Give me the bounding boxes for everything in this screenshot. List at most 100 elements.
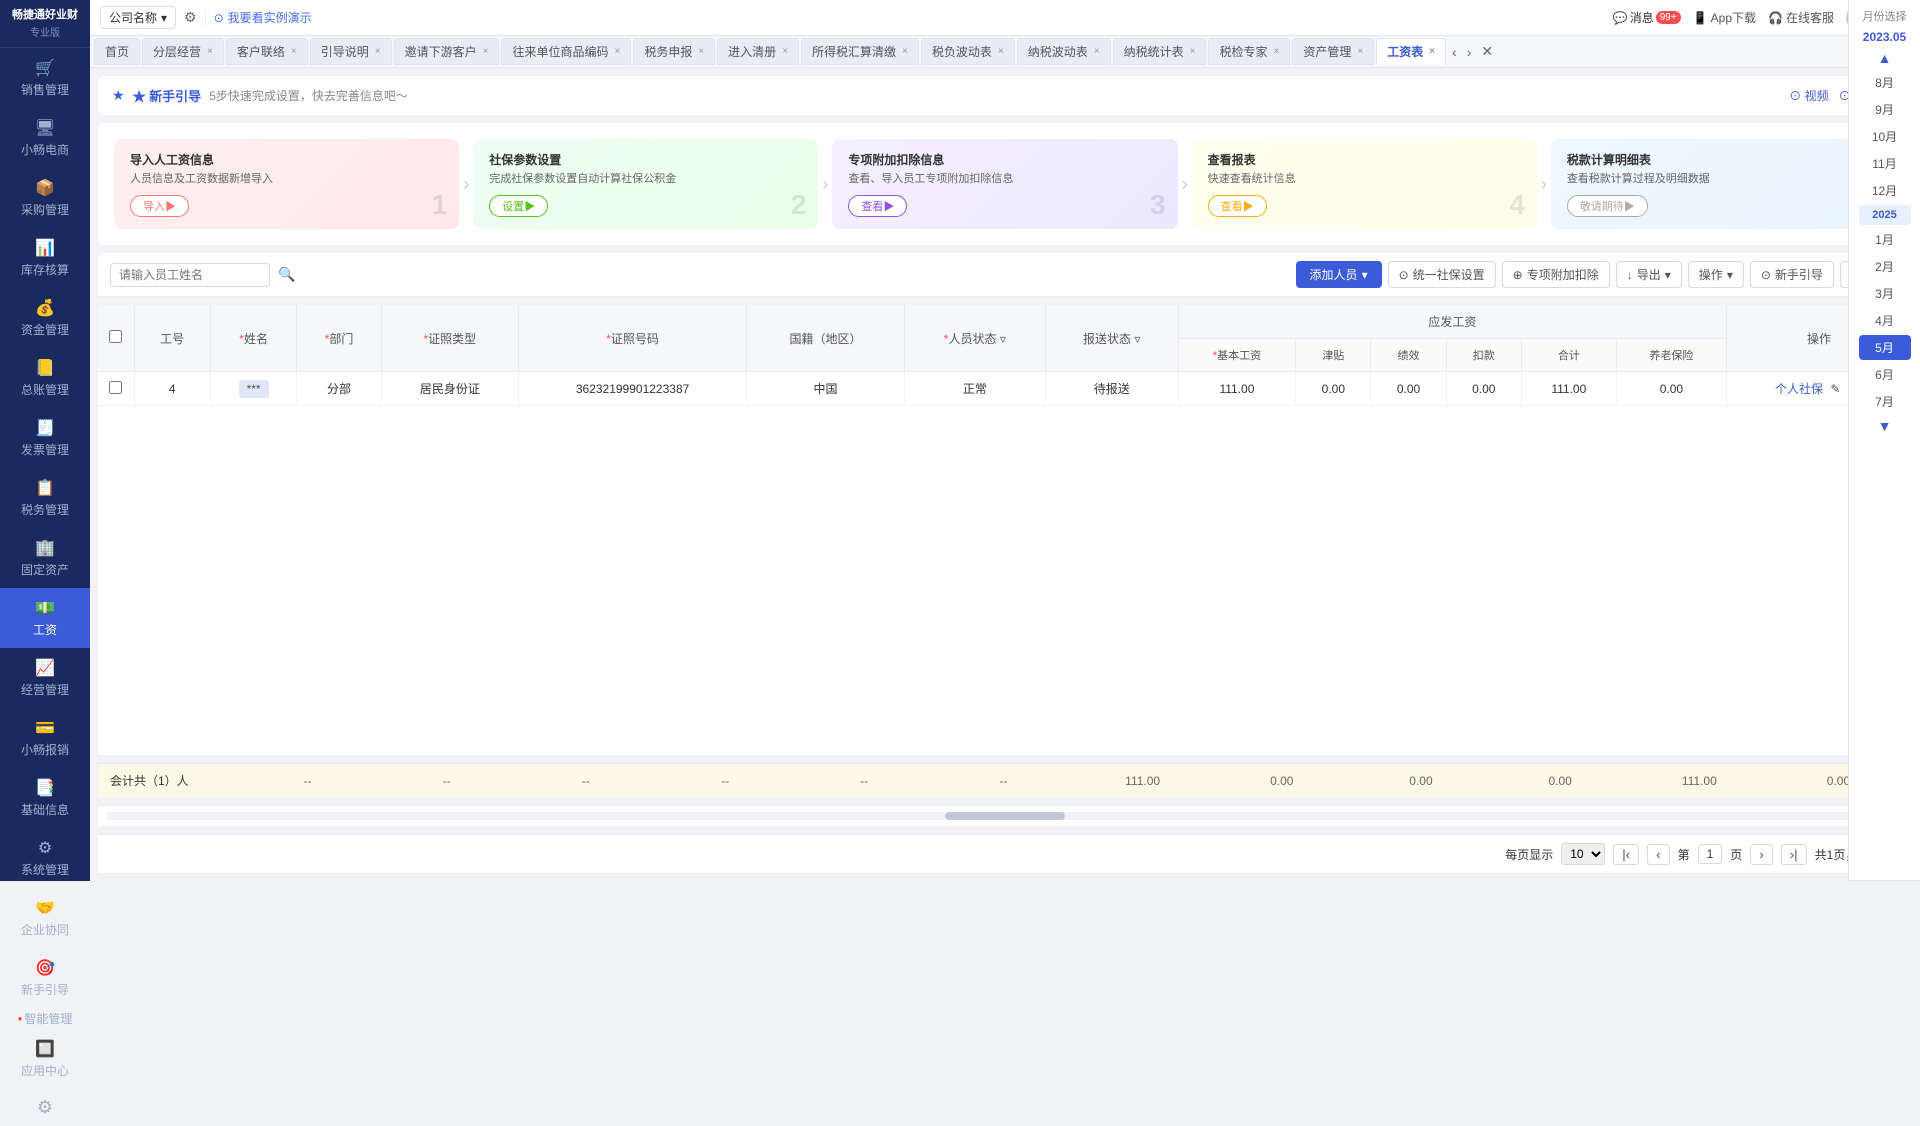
sidebar-item-assets[interactable]: 🏢 固定资产 bbox=[0, 528, 90, 588]
sidebar-item-newbie[interactable]: 🎯 新手引导 bbox=[0, 948, 90, 1008]
export-button[interactable]: ↓ 导出 ▾ bbox=[1616, 261, 1682, 288]
demo-link[interactable]: ⊙ 我要看实例演示 bbox=[214, 9, 312, 26]
sidebar-item-ledger[interactable]: 📒 总账管理 bbox=[0, 348, 90, 408]
tab-product-code[interactable]: 往来单位商品编码 × bbox=[501, 38, 631, 65]
tab-tax-report[interactable]: 税务申报 × bbox=[633, 38, 715, 65]
tab-asset[interactable]: 资产管理 × bbox=[1292, 38, 1374, 65]
search-icon[interactable]: 🔍 bbox=[278, 266, 295, 283]
month-2[interactable]: 2月 bbox=[1859, 254, 1911, 279]
month-12[interactable]: 12月 bbox=[1859, 178, 1911, 203]
scrollbar-thumb[interactable] bbox=[945, 812, 1065, 820]
month-down-button[interactable]: ▼ bbox=[1853, 416, 1916, 436]
special-deduction-button[interactable]: ⊕ 专项附加扣除 bbox=[1502, 261, 1610, 288]
close-icon[interactable]: × bbox=[614, 46, 620, 57]
horizontal-scrollbar[interactable] bbox=[106, 812, 1904, 820]
close-icon[interactable]: × bbox=[291, 46, 297, 57]
step-3-button[interactable]: 查看▶ bbox=[848, 195, 907, 217]
close-icon[interactable]: × bbox=[483, 46, 489, 57]
settings-icon[interactable]: ⚙ bbox=[184, 9, 197, 26]
close-icon[interactable]: × bbox=[998, 46, 1004, 57]
tab-layered[interactable]: 分层经营 × bbox=[142, 38, 224, 65]
close-icon[interactable]: × bbox=[1094, 46, 1100, 57]
tab-tax-dynamic[interactable]: 纳税波动表 × bbox=[1017, 38, 1111, 65]
sidebar-item-system[interactable]: ⚙ 系统管理 bbox=[0, 828, 90, 888]
sidebar-item-purchase[interactable]: 📦 采购管理 bbox=[0, 168, 90, 228]
search-input[interactable] bbox=[110, 263, 270, 287]
sidebar-item-appcenter[interactable]: 🔲 应用中心 bbox=[0, 1029, 90, 1089]
month-11[interactable]: 11月 bbox=[1859, 151, 1911, 176]
message-button[interactable]: 💬 消息 99+ bbox=[1613, 9, 1681, 26]
month-4[interactable]: 4月 bbox=[1859, 308, 1911, 333]
cell-report-status: 待报送 bbox=[1045, 372, 1178, 406]
appcenter-icon: 🔲 bbox=[35, 1039, 55, 1059]
sidebar-item-basics[interactable]: 📑 基础信息 bbox=[0, 768, 90, 828]
month-8[interactable]: 8月 bbox=[1859, 70, 1911, 95]
step-5-button[interactable]: 敬请期待▶ bbox=[1567, 195, 1648, 217]
sidebar-item-ai[interactable]: ● 智能管理 bbox=[0, 1008, 90, 1029]
sidebar-item-finance[interactable]: 💰 资金管理 bbox=[0, 288, 90, 348]
online-service-button[interactable]: 🎧 在线客服 bbox=[1768, 9, 1834, 26]
close-icon[interactable]: × bbox=[1273, 46, 1279, 57]
filter-icon[interactable]: ▿ bbox=[1134, 332, 1140, 346]
close-icon[interactable]: × bbox=[1357, 46, 1363, 57]
action-button[interactable]: 操作 ▾ bbox=[1688, 261, 1744, 288]
guide-button[interactable]: ⊙ 新手引导 bbox=[1750, 261, 1834, 288]
action-social-link[interactable]: 个人社保 bbox=[1775, 382, 1823, 396]
tab-guide[interactable]: 引导说明 × bbox=[310, 38, 392, 65]
page-size-select[interactable]: 10 bbox=[1561, 843, 1605, 865]
close-icon[interactable]: × bbox=[782, 46, 788, 57]
social-settings-button[interactable]: ⊙ 统一社保设置 bbox=[1388, 261, 1496, 288]
sidebar-item-sales[interactable]: 🛒 销售管理 bbox=[0, 48, 90, 108]
close-icon[interactable]: × bbox=[902, 46, 908, 57]
sidebar-item-inventory[interactable]: 📊 库存核算 bbox=[0, 228, 90, 288]
month-9[interactable]: 9月 bbox=[1859, 97, 1911, 122]
step-4-button[interactable]: 查看▶ bbox=[1208, 195, 1267, 217]
tab-close-all-button[interactable]: ✕ bbox=[1477, 43, 1497, 60]
select-all-checkbox[interactable] bbox=[109, 330, 122, 343]
settings-gear-button[interactable]: ⚙ bbox=[0, 1089, 90, 1126]
tab-tax-stat[interactable]: 纳税统计表 × bbox=[1113, 38, 1207, 65]
last-page-button[interactable]: ›| bbox=[1781, 844, 1807, 865]
tab-contact[interactable]: 客户联络 × bbox=[226, 38, 308, 65]
tab-payroll[interactable]: 工资表 × bbox=[1376, 38, 1446, 65]
prev-page-button[interactable]: ‹ bbox=[1647, 844, 1669, 865]
app-download-button[interactable]: 📱 App下载 bbox=[1693, 9, 1756, 26]
sidebar-item-ecommerce[interactable]: 🖥 小畅电商 bbox=[0, 108, 90, 168]
cell-allowance: 0.00 bbox=[1296, 372, 1371, 406]
close-icon[interactable]: × bbox=[698, 46, 704, 57]
step-2-button[interactable]: 设置▶ bbox=[489, 195, 548, 217]
tab-tax-burden[interactable]: 税负波动表 × bbox=[921, 38, 1015, 65]
video-link[interactable]: ⊙ 视频 bbox=[1789, 87, 1828, 104]
close-icon[interactable]: × bbox=[207, 46, 213, 57]
tab-clearance[interactable]: 进入清册 × bbox=[717, 38, 799, 65]
month-6[interactable]: 6月 bbox=[1859, 362, 1911, 387]
month-1[interactable]: 1月 bbox=[1859, 227, 1911, 252]
step-1-button[interactable]: 导入▶ bbox=[130, 195, 189, 217]
tab-next-button[interactable]: › bbox=[1463, 44, 1476, 60]
filter-icon[interactable]: ▿ bbox=[1000, 332, 1006, 346]
sidebar-item-collab[interactable]: 🤝 企业协同 bbox=[0, 888, 90, 948]
tab-invite[interactable]: 邀请下游客户 × bbox=[394, 38, 500, 65]
next-page-button[interactable]: › bbox=[1750, 844, 1772, 865]
close-icon[interactable]: × bbox=[375, 46, 381, 57]
tab-prev-button[interactable]: ‹ bbox=[1448, 44, 1461, 60]
company-selector[interactable]: 公司名称 ▾ bbox=[100, 6, 176, 29]
close-icon[interactable]: × bbox=[1429, 46, 1435, 57]
month-10[interactable]: 10月 bbox=[1859, 124, 1911, 149]
row-checkbox[interactable] bbox=[109, 381, 122, 394]
sidebar-item-payroll[interactable]: 💵 工资 bbox=[0, 588, 90, 648]
action-edit-icon[interactable]: ✎ bbox=[1830, 382, 1840, 396]
month-3[interactable]: 3月 bbox=[1859, 281, 1911, 306]
add-employee-button[interactable]: 添加人员 ▾ bbox=[1296, 261, 1382, 288]
tab-tax-expert[interactable]: 税检专家 × bbox=[1208, 38, 1290, 65]
close-icon[interactable]: × bbox=[1190, 46, 1196, 57]
tab-home[interactable]: 首页 bbox=[94, 38, 140, 65]
sidebar-item-expense[interactable]: 💳 小畅报销 bbox=[0, 708, 90, 768]
month-5[interactable]: 5月 bbox=[1859, 335, 1911, 360]
sidebar-item-operations[interactable]: 📈 经营管理 bbox=[0, 648, 90, 708]
month-7[interactable]: 7月 bbox=[1859, 389, 1911, 414]
sidebar-item-tax[interactable]: 📋 税务管理 bbox=[0, 468, 90, 528]
tab-income-tax[interactable]: 所得税汇算清缴 × bbox=[801, 38, 919, 65]
sidebar-item-invoice[interactable]: 🧾 发票管理 bbox=[0, 408, 90, 468]
first-page-button[interactable]: |‹ bbox=[1613, 844, 1639, 865]
